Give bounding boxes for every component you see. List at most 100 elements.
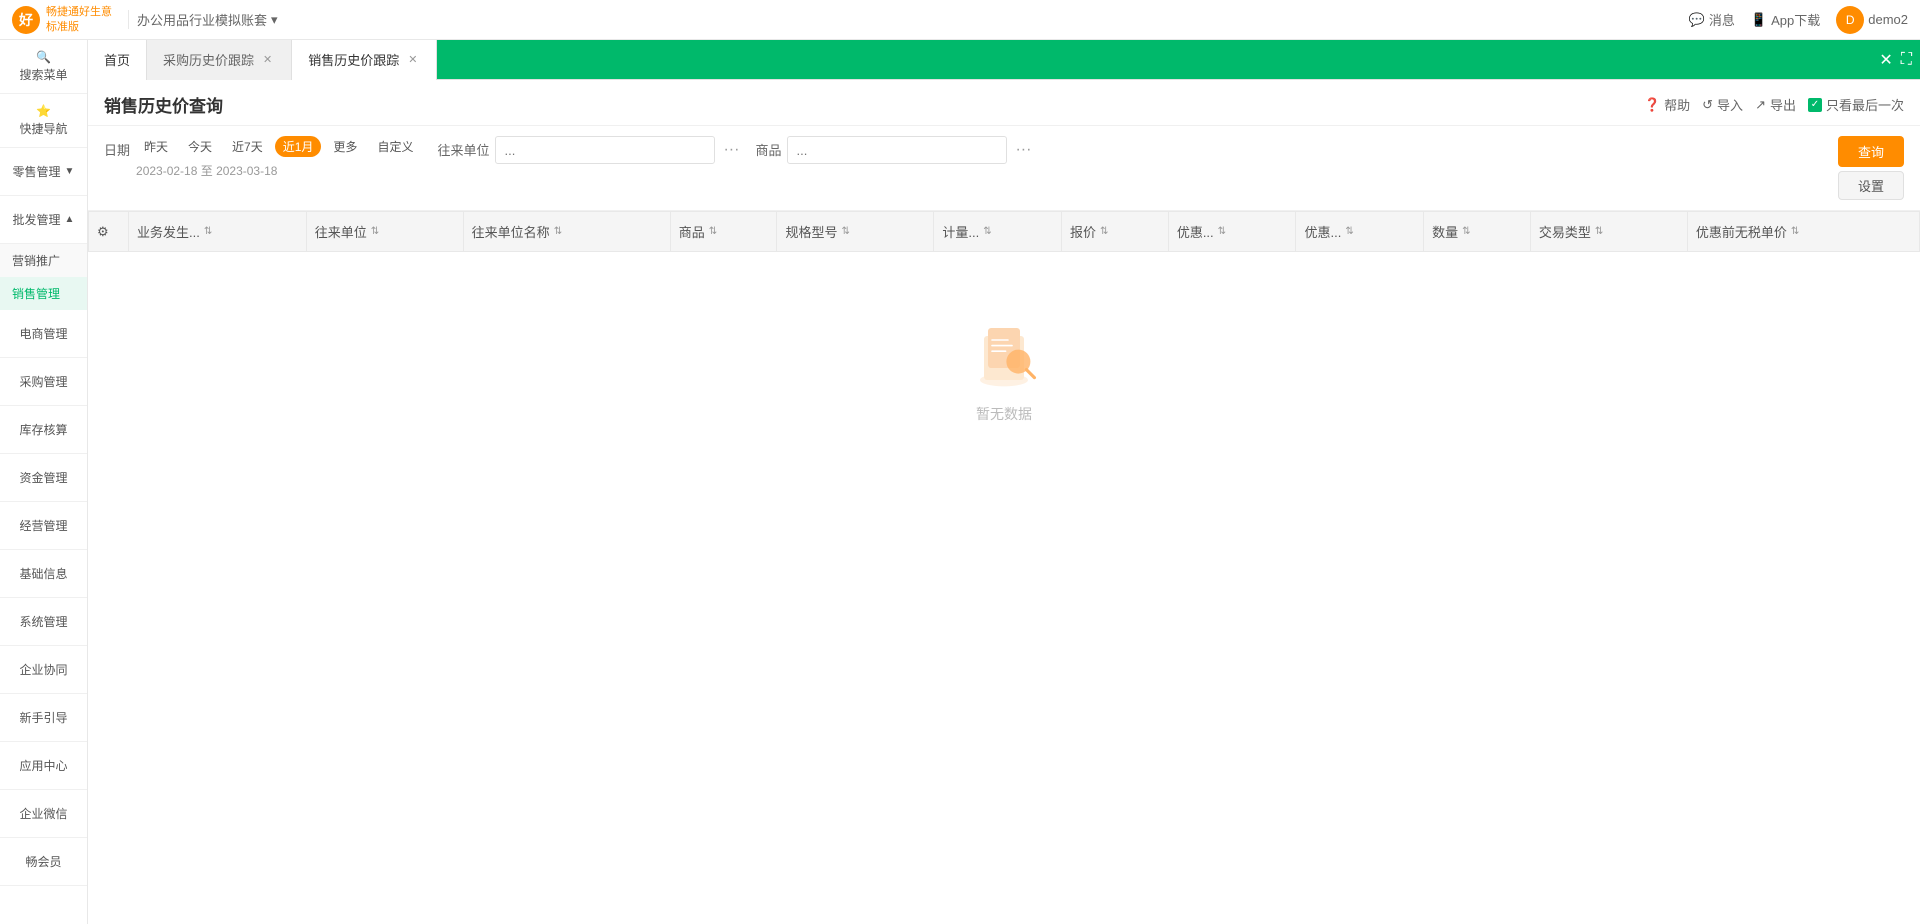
import-icon: ↺	[1702, 97, 1713, 113]
counterpart-input[interactable]	[495, 136, 715, 164]
col-settings[interactable]: ⚙	[89, 212, 129, 252]
data-table: ⚙ 业务发生... ⇅ 往来单位	[88, 211, 1920, 252]
tab-close-all-icon[interactable]: ✕	[1879, 50, 1892, 70]
empty-state-icon	[964, 312, 1044, 392]
sidebar-item-search-menu[interactable]: 🔍 搜索菜单	[0, 40, 87, 94]
date-btn-custom[interactable]: 自定义	[369, 136, 421, 157]
sort-icon: ⇅	[1595, 226, 1603, 237]
col-discount1[interactable]: 优惠... ⇅	[1168, 212, 1296, 252]
avatar: D	[1836, 6, 1864, 34]
product-input-wrapper: ···	[787, 136, 1031, 164]
counterpart-input-wrapper: ···	[495, 136, 739, 164]
sidebar-item-ecommerce[interactable]: 电商管理	[0, 310, 87, 358]
message-action[interactable]: 💬 消息	[1689, 10, 1735, 29]
sidebar-item-app-center[interactable]: 应用中心	[0, 742, 87, 790]
export-action[interactable]: ↗ 导出	[1755, 95, 1796, 114]
col-trade-type[interactable]: 交易类型 ⇅	[1530, 212, 1687, 252]
sidebar-item-retail-mgmt[interactable]: 零售管理 ▼	[0, 148, 87, 196]
counterpart-label: 往来单位	[437, 136, 489, 159]
sidebar-sub-item-marketing[interactable]: 营销推广	[0, 244, 87, 277]
col-quote[interactable]: 报价 ⇅	[1062, 212, 1169, 252]
tab-sales-history[interactable]: 销售历史价跟踪 ✕	[292, 40, 437, 80]
export-icon: ↗	[1755, 97, 1766, 113]
date-btn-yesterday[interactable]: 昨天	[136, 136, 176, 157]
app-download-action[interactable]: 📱 App下载	[1751, 10, 1820, 29]
sidebar-item-enterprise-collab[interactable]: 企业协同	[0, 646, 87, 694]
content-area: 首页 采购历史价跟踪 ✕ 销售历史价跟踪 ✕ ✕ ⛶ 销售历史价查询	[88, 40, 1920, 924]
sidebar-item-membership[interactable]: 畅会员	[0, 838, 87, 886]
chevron-down-icon: ▾	[271, 12, 278, 28]
sidebar-item-wholesale-mgmt[interactable]: 批发管理 ▲	[0, 196, 87, 244]
user-profile-action[interactable]: D demo2	[1836, 6, 1908, 34]
header-left: 好 畅捷通好生意 标准版 办公用品行业模拟账套 ▾	[12, 5, 286, 34]
tab-close-purchase-history[interactable]: ✕	[260, 52, 275, 67]
col-spec[interactable]: 规格型号 ⇅	[777, 212, 934, 252]
tab-maximize-icon[interactable]: ⛶	[1901, 51, 1912, 69]
sidebar-item-system-mgmt[interactable]: 系统管理	[0, 598, 87, 646]
header-right: 💬 消息 📱 App下载 D demo2	[1689, 6, 1908, 34]
tab-close-sales-history[interactable]: ✕	[405, 52, 420, 67]
sidebar-item-finance[interactable]: 资金管理	[0, 454, 87, 502]
search-button[interactable]: 查询	[1838, 136, 1904, 167]
product-input[interactable]	[787, 136, 1007, 164]
sidebar-item-purchase-mgmt[interactable]: 采购管理	[0, 358, 87, 406]
tab-purchase-history[interactable]: 采购历史价跟踪 ✕	[147, 40, 292, 80]
date-btn-today[interactable]: 今天	[180, 136, 220, 157]
message-icon: 💬	[1689, 12, 1705, 28]
sidebar-item-new-guide[interactable]: 新手引导	[0, 694, 87, 742]
table-area: ⚙ 业务发生... ⇅ 往来单位	[88, 211, 1920, 924]
sidebar-item-basic-info[interactable]: 基础信息	[0, 550, 87, 598]
col-discount2[interactable]: 优惠... ⇅	[1296, 212, 1424, 252]
only-last-checkbox[interactable]: ✓ 只看最后一次	[1808, 95, 1904, 114]
col-counterpart[interactable]: 往来单位 ⇅	[306, 212, 463, 252]
checkbox-icon: ✓	[1808, 98, 1822, 112]
tab-home[interactable]: 首页	[88, 40, 147, 80]
sort-icon: ⇅	[1345, 226, 1353, 237]
chevron-up-icon: ▲	[65, 214, 75, 225]
tab-bar-actions: ✕ ⛶	[1879, 50, 1920, 70]
sidebar-item-operations[interactable]: 经营管理	[0, 502, 87, 550]
date-btn-last1month[interactable]: 近1月	[275, 136, 322, 157]
logo-text: 畅捷通好生意 标准版	[46, 5, 112, 34]
date-btn-last7days[interactable]: 近7天	[224, 136, 271, 157]
counterpart-picker-icon[interactable]: ···	[723, 141, 739, 159]
chevron-down-icon: ▼	[65, 166, 75, 177]
top-header: 好 畅捷通好生意 标准版 办公用品行业模拟账套 ▾ 💬 消息 📱 App下载 D…	[0, 0, 1920, 40]
date-filter-group: 日期 昨天 今天 近7天 近1月 更多 自定义 2023-02-18 至 202…	[104, 136, 421, 179]
col-biz-date[interactable]: 业务发生... ⇅	[129, 212, 307, 252]
sort-icon: ⇅	[709, 226, 717, 237]
col-product[interactable]: 商品 ⇅	[670, 212, 777, 252]
sort-icon: ⇅	[1100, 226, 1108, 237]
filter-bar: 日期 昨天 今天 近7天 近1月 更多 自定义 2023-02-18 至 202…	[88, 126, 1920, 211]
date-label: 日期	[104, 136, 130, 159]
gear-icon: ⚙	[97, 224, 109, 239]
product-label: 商品	[755, 136, 781, 159]
product-picker-icon[interactable]: ···	[1015, 141, 1031, 159]
search-icon: 🔍	[36, 50, 51, 64]
help-action[interactable]: ❓ 帮助	[1644, 95, 1690, 114]
help-icon: ❓	[1644, 97, 1660, 113]
col-quantity[interactable]: 数量 ⇅	[1424, 212, 1531, 252]
settings-button[interactable]: 设置	[1838, 171, 1904, 200]
sidebar: 🔍 搜索菜单 ⭐ 快捷导航 零售管理 ▼ 批发管理 ▲ 营销推广 销售管理 电商…	[0, 40, 88, 924]
star-icon: ⭐	[36, 104, 51, 118]
app-selector-dropdown[interactable]: 办公用品行业模拟账套 ▾	[128, 10, 286, 29]
col-counterpart-name[interactable]: 往来单位名称 ⇅	[463, 212, 670, 252]
product-filter-group: 商品 ···	[755, 136, 1031, 164]
sort-icon: ⇅	[1462, 226, 1470, 237]
col-unit[interactable]: 计量... ⇅	[934, 212, 1062, 252]
logo-area: 好 畅捷通好生意 标准版	[12, 5, 112, 34]
date-btn-more[interactable]: 更多	[325, 136, 365, 157]
sidebar-item-quick-nav[interactable]: ⭐ 快捷导航	[0, 94, 87, 148]
sidebar-sub-item-sales-mgmt[interactable]: 销售管理	[0, 277, 87, 310]
sidebar-item-inventory[interactable]: 库存核算	[0, 406, 87, 454]
sort-icon: ⇅	[1218, 226, 1226, 237]
sort-icon: ⇅	[554, 226, 562, 237]
empty-text: 暂无数据	[976, 404, 1032, 424]
page-header: 销售历史价查询 ❓ 帮助 ↺ 导入 ↗ 导出 ✓	[88, 80, 1920, 126]
sidebar-item-enterprise-wechat[interactable]: 企业微信	[0, 790, 87, 838]
import-action[interactable]: ↺ 导入	[1702, 95, 1743, 114]
logo-icon: 好	[12, 6, 40, 34]
col-pretax-price[interactable]: 优惠前无税单价 ⇅	[1687, 212, 1919, 252]
page-actions: ❓ 帮助 ↺ 导入 ↗ 导出 ✓ 只看最后一次	[1644, 95, 1904, 114]
